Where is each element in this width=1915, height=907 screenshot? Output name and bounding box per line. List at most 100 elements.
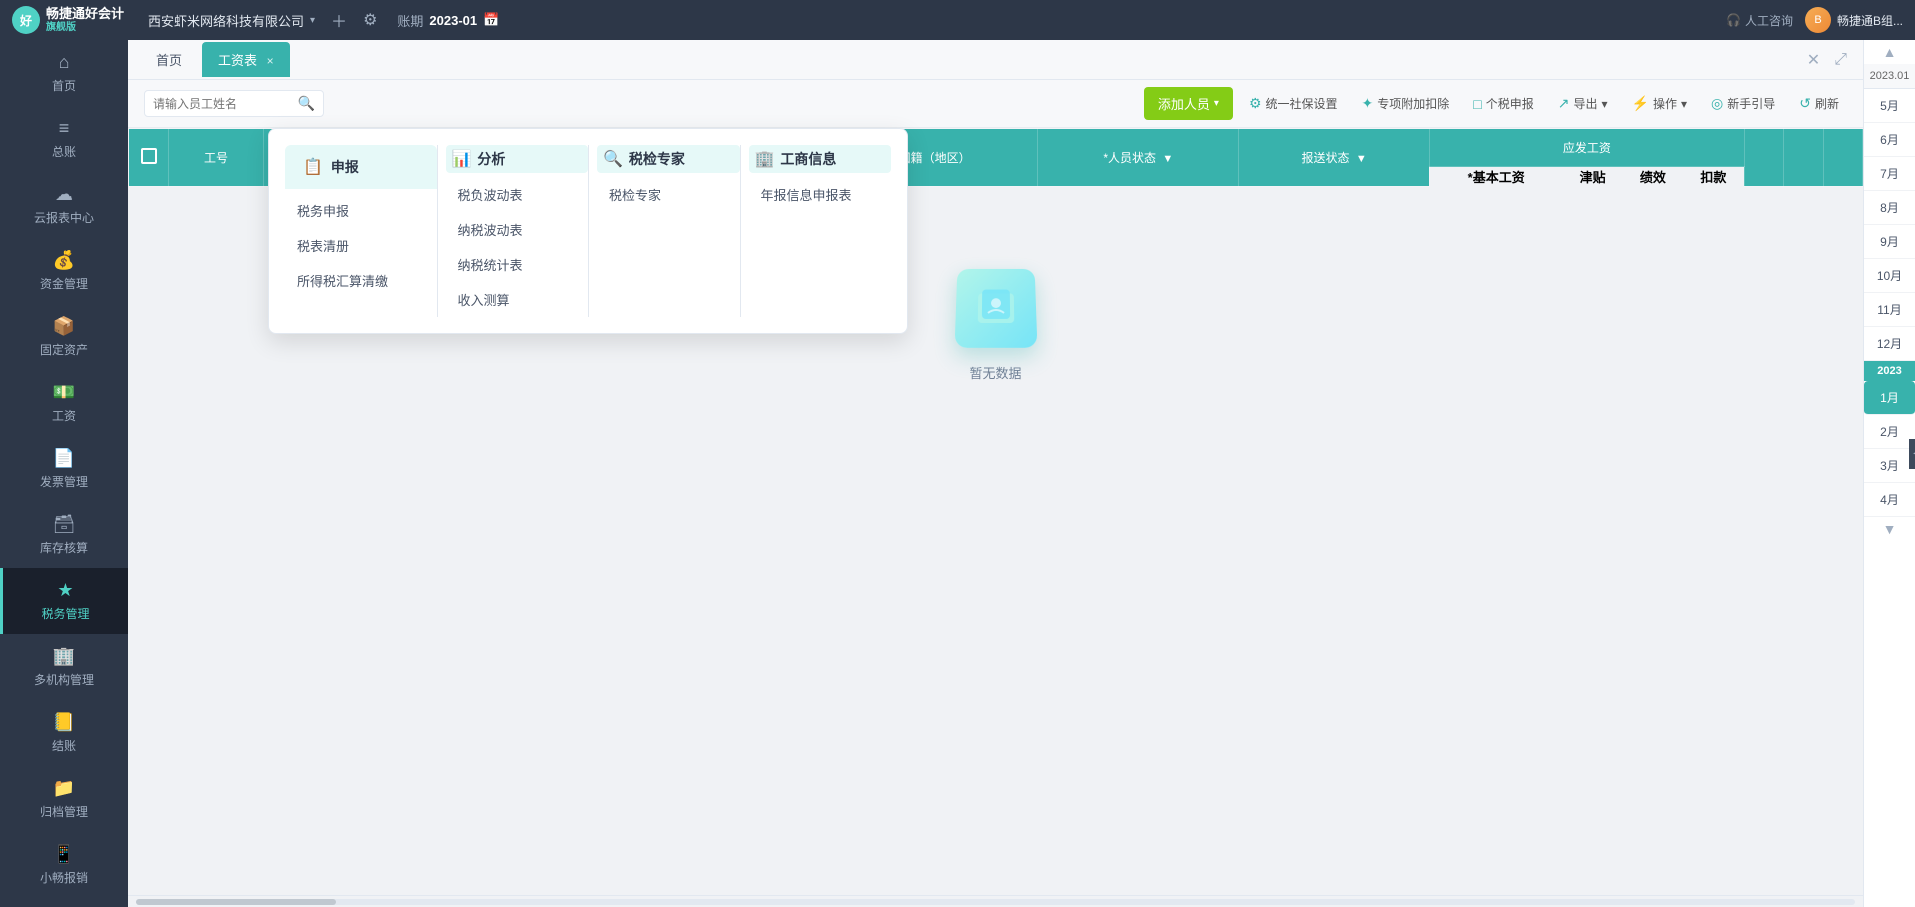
expert-item[interactable]: 税检专家 bbox=[597, 177, 740, 212]
popup-section-shen-bao: 📋 申报 税务申报 税表清册 所得税汇算清缴 bbox=[285, 145, 437, 317]
annual-report-item[interactable]: 年报信息申报表 bbox=[749, 177, 892, 212]
sidebar-item-archive[interactable]: 📁 归档管理 bbox=[0, 766, 128, 832]
income-calc-item[interactable]: 收入测算 bbox=[446, 282, 589, 317]
sidebar-item-ledger[interactable]: ≡ 总账 bbox=[0, 106, 128, 172]
refresh-button[interactable]: ↺ 刷新 bbox=[1791, 91, 1847, 116]
income-tax-item[interactable]: 所得税汇算清缴 bbox=[285, 263, 437, 298]
tax-stats-item[interactable]: 纳税统计表 bbox=[446, 247, 589, 282]
sidebar-label: 固定资产 bbox=[40, 341, 88, 358]
empty-text: 暂无数据 bbox=[969, 363, 1021, 382]
tax-table-register-item[interactable]: 税表清册 bbox=[285, 228, 437, 263]
sidebar-item-closing[interactable]: 📒 结账 bbox=[0, 700, 128, 766]
sidebar-item-multi-org[interactable]: 🏢 多机构管理 bbox=[0, 634, 128, 700]
sidebar-label: 税务管理 bbox=[41, 605, 89, 622]
select-all-checkbox[interactable] bbox=[141, 148, 157, 164]
tax-burden-item[interactable]: 税负波动表 bbox=[446, 177, 589, 212]
operation-button[interactable]: ⚡ 操作 ▾ bbox=[1624, 91, 1695, 116]
cal-month-8[interactable]: 8月 bbox=[1864, 191, 1915, 225]
cal-month-11[interactable]: 11月 bbox=[1864, 293, 1915, 327]
calendar-panel: ▲ 2023.01 5月 6月 7月 8月 9月 10月 11月 12月 202… bbox=[1863, 40, 1915, 907]
sidebar-item-inventory[interactable]: 🗃 库存核算 bbox=[0, 502, 128, 568]
filter-icon-2[interactable]: ▼ bbox=[1356, 153, 1367, 165]
sidebar-item-assets[interactable]: 📦 固定资产 bbox=[0, 304, 128, 370]
th-deduction: 扣款 bbox=[1683, 167, 1744, 187]
social-insurance-icon: ⚙ bbox=[1249, 95, 1262, 112]
shen-bao-title: 申报 bbox=[331, 157, 359, 177]
tab-close-icon[interactable]: × bbox=[267, 54, 274, 68]
calendar-up-button[interactable]: ▲ bbox=[1864, 40, 1915, 64]
tax-wave-item[interactable]: 纳税波动表 bbox=[446, 212, 589, 247]
support-button[interactable]: 🎧 人工咨询 bbox=[1726, 12, 1793, 29]
add-company-button[interactable]: ＋ bbox=[327, 6, 351, 34]
cal-month-6[interactable]: 6月 bbox=[1864, 123, 1915, 157]
cal-month-2[interactable]: 2月 bbox=[1864, 415, 1915, 449]
cal-month-4[interactable]: 4月 bbox=[1864, 483, 1915, 517]
th-submit-status[interactable]: 报送状态 ▼ bbox=[1239, 129, 1429, 187]
expand-window-button[interactable]: ⤢ bbox=[1830, 49, 1851, 71]
export-button[interactable]: ↗ 导出 ▾ bbox=[1550, 91, 1616, 116]
tab-salary[interactable]: 工资表 × bbox=[202, 42, 290, 77]
sidebar-item-cloud[interactable]: ☁ 云报表中心 bbox=[0, 172, 128, 238]
sidebar-label: 小畅报销 bbox=[40, 869, 88, 886]
cal-month-7[interactable]: 7月 bbox=[1864, 157, 1915, 191]
calendar-down-button[interactable]: ▼ bbox=[1864, 517, 1915, 541]
logo-text: 畅捷通好会计 旗舰版 bbox=[46, 6, 124, 34]
guide-button[interactable]: ◎ 新手引导 bbox=[1703, 91, 1783, 116]
content-area: 首页 工资表 × ✕ ⤢ 🔍 添加人员 ▾ bbox=[128, 40, 1863, 907]
operation-icon: ⚡ bbox=[1632, 95, 1649, 112]
sidebar-item-settings[interactable]: ⚙ 基础设置 bbox=[0, 898, 128, 907]
headset-icon: 🎧 bbox=[1726, 13, 1741, 27]
cal-month-9[interactable]: 9月 bbox=[1864, 225, 1915, 259]
tax-declaration-button[interactable]: □ 个税申报 bbox=[1465, 91, 1541, 116]
cal-month-1-active[interactable]: 1月 bbox=[1864, 381, 1915, 415]
search-input[interactable] bbox=[153, 97, 298, 111]
sidebar-item-funds[interactable]: 💰 资金管理 bbox=[0, 238, 128, 304]
expense-icon: 📱 bbox=[53, 844, 75, 865]
tab-home[interactable]: 首页 bbox=[140, 42, 198, 77]
company-selector[interactable]: 西安虾米网络科技有限公司 ▾ bbox=[148, 11, 315, 30]
shen-bao-header: 📋 申报 bbox=[285, 145, 437, 189]
add-person-button[interactable]: 添加人员 ▾ bbox=[1144, 87, 1233, 120]
chevron-down-icon: ▾ bbox=[310, 15, 315, 26]
scroll-track[interactable] bbox=[136, 899, 1855, 905]
checkbox-header[interactable] bbox=[129, 129, 169, 187]
th-payable: 应发工资 bbox=[1429, 129, 1744, 167]
sidebar-item-salary[interactable]: 💵 工资 bbox=[0, 370, 128, 436]
cal-month-5[interactable]: 5月 bbox=[1864, 89, 1915, 123]
cal-month-3[interactable]: 3月 bbox=[1864, 449, 1915, 483]
cal-month-12[interactable]: 12月 bbox=[1864, 327, 1915, 361]
empty-icon bbox=[954, 268, 1037, 347]
export-arrow-icon: ▾ bbox=[1602, 97, 1608, 111]
user-area[interactable]: B 畅捷通B组... bbox=[1805, 7, 1903, 33]
th-total bbox=[1744, 129, 1783, 187]
filter-icon[interactable]: ▼ bbox=[1162, 153, 1173, 165]
sidebar-item-tax[interactable]: ★ 税务管理 bbox=[0, 568, 128, 634]
business-icon: 🏢 bbox=[755, 149, 775, 169]
sidebar-item-expense[interactable]: 📱 小畅报销 bbox=[0, 832, 128, 898]
social-insurance-button[interactable]: ⚙ 统一社保设置 bbox=[1241, 91, 1346, 116]
cal-month-10[interactable]: 10月 bbox=[1864, 259, 1915, 293]
inventory-icon: 🗃 bbox=[53, 514, 76, 535]
tax-declaration-item[interactable]: 税务申报 bbox=[285, 193, 437, 228]
settings-icon[interactable]: ⚙ bbox=[359, 8, 381, 32]
th-deduction-label: 扣款 bbox=[1700, 170, 1726, 185]
user-label: 畅捷通B组... bbox=[1837, 12, 1903, 29]
scroll-bar[interactable] bbox=[128, 895, 1863, 907]
tab-home-label: 首页 bbox=[156, 53, 182, 68]
export-icon: ↗ bbox=[1558, 95, 1570, 112]
avatar: B bbox=[1805, 7, 1831, 33]
period-area: 账期 2023-01 📅 bbox=[397, 11, 499, 30]
sidebar-label: 多机构管理 bbox=[34, 671, 94, 688]
tax-icon: ★ bbox=[57, 580, 73, 601]
calendar-icon[interactable]: 📅 bbox=[483, 12, 499, 28]
scroll-thumb[interactable] bbox=[136, 899, 336, 905]
close-window-button[interactable]: ✕ bbox=[1803, 48, 1824, 72]
special-deduction-button[interactable]: ✦ 专项附加扣除 bbox=[1354, 91, 1458, 116]
tab-salary-label: 工资表 bbox=[218, 53, 257, 68]
sidebar-item-invoice[interactable]: 📄 发票管理 bbox=[0, 436, 128, 502]
tax-wave-label: 纳税波动表 bbox=[458, 223, 523, 238]
th-person-status[interactable]: *人员状态 ▼ bbox=[1038, 129, 1239, 187]
sidebar-item-home[interactable]: ⌂ 首页 bbox=[0, 40, 128, 106]
analysis-title: 分析 bbox=[477, 149, 505, 169]
expert-icon: 🔍 bbox=[603, 149, 623, 169]
